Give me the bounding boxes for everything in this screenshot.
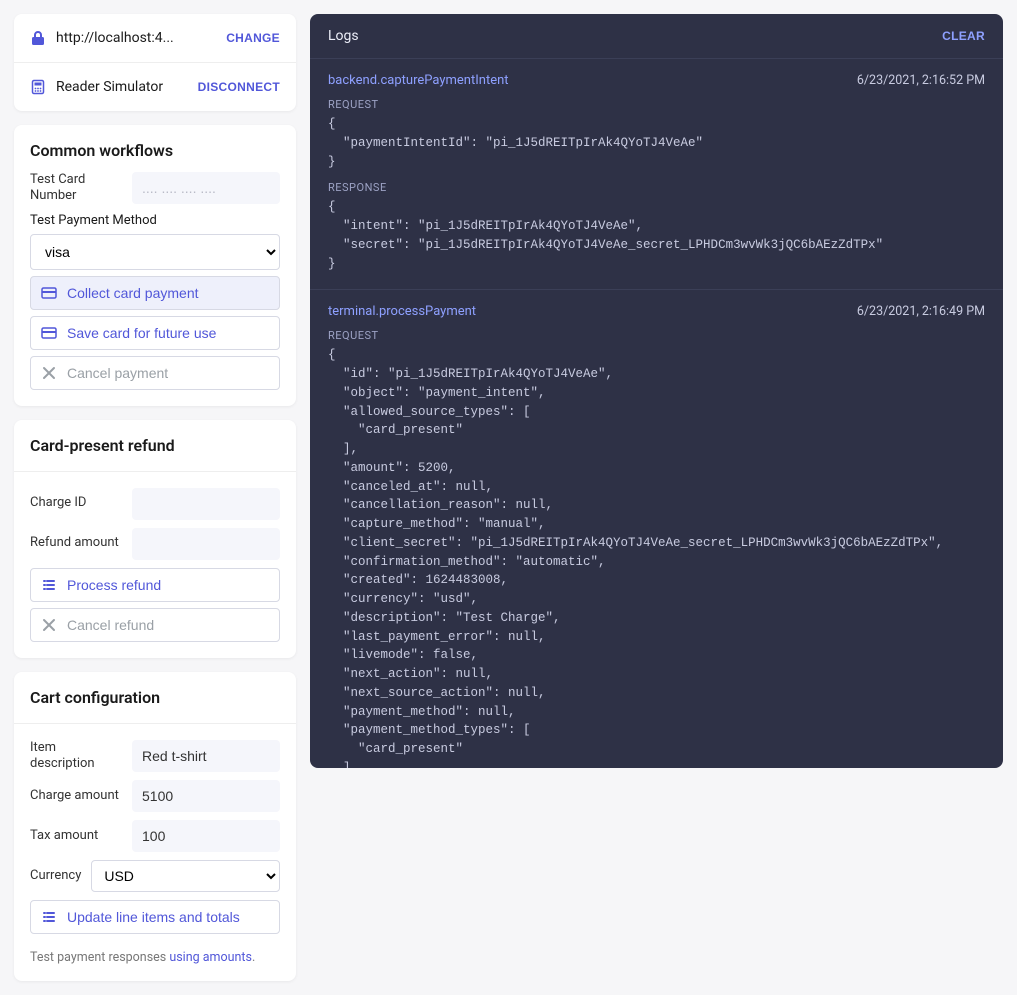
log-entry-name: backend.capturePaymentIntent (328, 73, 509, 88)
item-desc-input[interactable] (132, 740, 280, 772)
disconnect-button[interactable]: DISCONNECT (198, 80, 280, 94)
refund-title: Card-present refund (30, 436, 280, 455)
lock-icon (30, 30, 46, 46)
process-label: Process refund (67, 577, 161, 593)
update-label: Update line items and totals (67, 909, 240, 925)
calculator-icon (30, 79, 46, 95)
change-button[interactable]: CHANGE (226, 31, 280, 45)
collect-label: Collect card payment (67, 285, 199, 301)
cancel-label: Cancel payment (67, 365, 168, 381)
connection-card: http://localhost:4... CHANGE Reader Simu… (14, 14, 296, 111)
charge-amount-input[interactable] (132, 780, 280, 812)
cart-card: Cart configuration Item description Char… (14, 672, 296, 982)
currency-select[interactable]: USD (91, 860, 280, 892)
close-icon (41, 617, 57, 633)
card-number-label: Test Card Number (30, 172, 122, 205)
logs-title: Logs (328, 28, 359, 44)
charge-id-input[interactable] (132, 488, 280, 520)
workflows-card: Common workflows Test Card Number Test P… (14, 125, 296, 406)
payment-method-label: Test Payment Method (30, 213, 280, 228)
card-number-input[interactable] (132, 172, 280, 204)
log-entry: terminal.processPayment 6/23/2021, 2:16:4… (310, 289, 1003, 768)
cancel-refund-label: Cancel refund (67, 617, 154, 633)
using-amounts-link[interactable]: using amounts (169, 950, 252, 965)
request-body: { "id": "pi_1J5dREITpIrAk4QYoTJ4VeAe", "… (328, 346, 985, 768)
item-desc-label: Item description (30, 740, 122, 773)
request-label: REQUEST (328, 329, 985, 342)
log-entry-time: 6/23/2021, 2:16:52 PM (857, 73, 985, 88)
workflows-title: Common workflows (30, 141, 280, 160)
charge-id-label: Charge ID (30, 495, 122, 511)
collect-card-payment-button[interactable]: Collect card payment (30, 276, 280, 310)
logs-body[interactable]: backend.capturePaymentIntent 6/23/2021, 2… (310, 58, 1003, 768)
charge-amount-label: Charge amount (30, 788, 122, 804)
log-entry-time: 6/23/2021, 2:16:49 PM (857, 304, 985, 319)
logs-panel: Logs CLEAR backend.capturePaymentIntent 6… (310, 14, 1003, 768)
clear-logs-button[interactable]: CLEAR (942, 29, 985, 43)
refund-card: Card-present refund Charge ID Refund amo… (14, 420, 296, 658)
request-label: REQUEST (328, 98, 985, 111)
card-icon (41, 285, 57, 301)
refund-amount-label: Refund amount (30, 535, 122, 551)
cancel-refund-button[interactable]: Cancel refund (30, 608, 280, 642)
list-icon (41, 909, 57, 925)
cancel-payment-button[interactable]: Cancel payment (30, 356, 280, 390)
connection-url: http://localhost:4... (56, 30, 174, 46)
close-icon (41, 365, 57, 381)
process-refund-button[interactable]: Process refund (30, 568, 280, 602)
cart-footnote: Test payment responses using amounts. (14, 950, 296, 981)
response-body: { "intent": "pi_1J5dREITpIrAk4QYoTJ4VeAe… (328, 198, 985, 273)
response-label: RESPONSE (328, 181, 985, 194)
save-card-button[interactable]: Save card for future use (30, 316, 280, 350)
payment-method-select[interactable]: visa (30, 234, 280, 270)
tax-amount-label: Tax amount (30, 828, 122, 844)
log-entry: backend.capturePaymentIntent 6/23/2021, 2… (310, 58, 1003, 289)
tax-amount-input[interactable] (132, 820, 280, 852)
cart-title: Cart configuration (30, 688, 280, 707)
currency-label: Currency (30, 868, 81, 884)
reader-label: Reader Simulator (56, 79, 163, 95)
request-body: { "paymentIntentId": "pi_1J5dREITpIrAk4Q… (328, 115, 985, 171)
save-label: Save card for future use (67, 325, 216, 341)
card-icon (41, 325, 57, 341)
refund-amount-input[interactable] (132, 528, 280, 560)
update-line-items-button[interactable]: Update line items and totals (30, 900, 280, 934)
list-icon (41, 577, 57, 593)
log-entry-name: terminal.processPayment (328, 304, 476, 319)
